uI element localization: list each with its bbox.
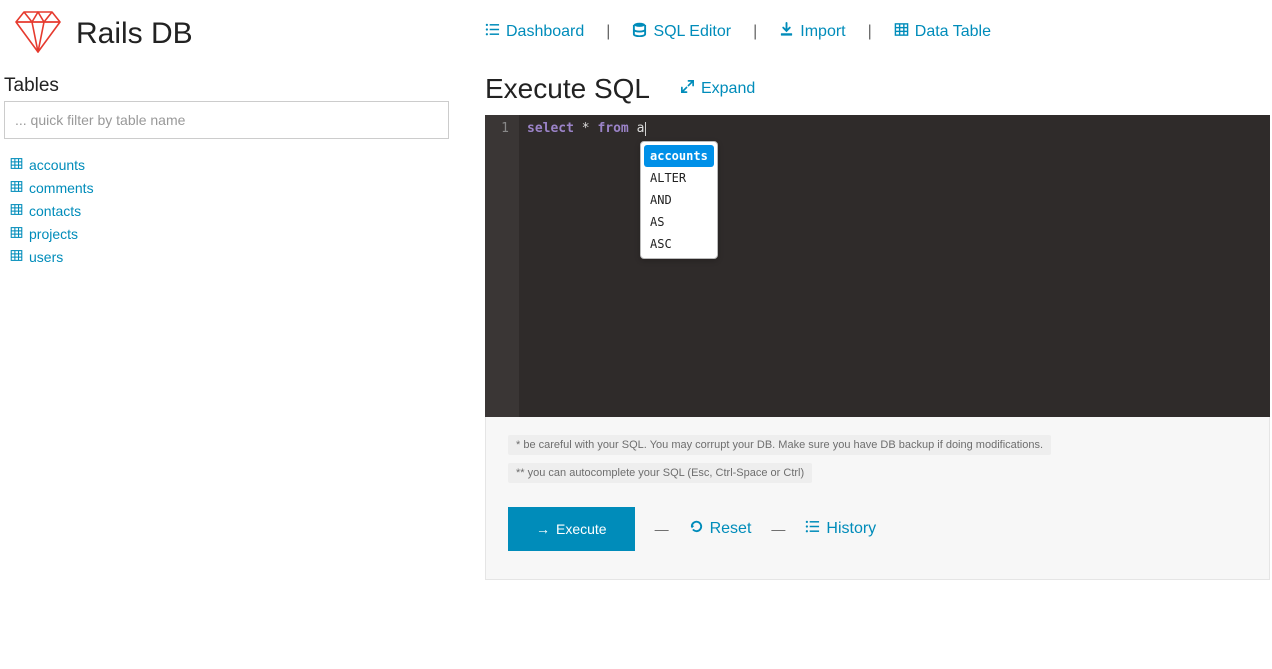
nav-import-label: Import	[800, 23, 845, 41]
expand-icon	[680, 79, 695, 99]
table-icon	[894, 22, 909, 42]
arrow-right-icon: →	[536, 521, 550, 537]
reset-link[interactable]: Reset	[689, 519, 752, 539]
line-number: 1	[501, 121, 509, 136]
app-title: Rails DB	[76, 17, 193, 51]
table-link-accounts[interactable]: accounts	[10, 157, 85, 173]
sidebar-heading: Tables	[4, 75, 455, 97]
table-label: contacts	[29, 203, 81, 219]
cursor	[645, 122, 646, 136]
table-icon	[10, 226, 23, 242]
history-label: History	[826, 520, 876, 538]
database-icon	[632, 22, 647, 42]
autocomplete-item[interactable]: ASC	[644, 233, 714, 255]
reset-label: Reset	[710, 520, 752, 538]
autocomplete-item[interactable]: accounts	[644, 145, 714, 167]
download-icon	[779, 22, 794, 42]
editor-footer: * be careful with your SQL. You may corr…	[485, 417, 1270, 580]
table-label: accounts	[29, 157, 85, 173]
table-label: projects	[29, 226, 78, 242]
main: Execute SQL Expand 1 select * from a acc…	[455, 67, 1272, 580]
expand-label: Expand	[701, 80, 755, 98]
table-filter-input[interactable]	[4, 101, 449, 139]
action-separator: —	[655, 521, 669, 537]
expand-link[interactable]: Expand	[680, 79, 755, 99]
list-icon	[805, 519, 820, 539]
table-list: accounts comments contacts projects user…	[4, 157, 455, 265]
table-link-users[interactable]: users	[10, 249, 63, 265]
top-nav: Dashboard | SQL Editor | Import | Data T…	[485, 22, 991, 42]
page-title: Execute SQL	[485, 73, 650, 105]
table-label: users	[29, 249, 63, 265]
table-icon	[10, 203, 23, 219]
warning-note: * be careful with your SQL. You may corr…	[508, 435, 1051, 455]
table-link-projects[interactable]: projects	[10, 226, 78, 242]
table-icon	[10, 249, 23, 265]
logo-link[interactable]: Rails DB	[10, 10, 193, 57]
action-separator: —	[771, 521, 785, 537]
autocomplete-item[interactable]: ALTER	[644, 167, 714, 189]
nav-sql-editor[interactable]: SQL Editor	[632, 22, 731, 42]
token-text: a	[629, 121, 645, 136]
token-keyword: select	[527, 121, 574, 136]
list-icon	[485, 22, 500, 42]
table-label: comments	[29, 180, 94, 196]
editor-gutter: 1	[485, 115, 519, 417]
nav-dashboard[interactable]: Dashboard	[485, 22, 584, 42]
sql-editor[interactable]: 1 select * from a accounts ALTER AND AS …	[485, 115, 1270, 417]
nav-sql-editor-label: SQL Editor	[653, 23, 731, 41]
nav-dashboard-label: Dashboard	[506, 23, 584, 41]
token-text: *	[574, 121, 597, 136]
table-icon	[10, 157, 23, 173]
editor-line: select * from a	[527, 121, 646, 136]
table-link-contacts[interactable]: contacts	[10, 203, 81, 219]
sidebar: Tables accounts comments contacts projec…	[0, 67, 455, 580]
autocomplete-item[interactable]: AS	[644, 211, 714, 233]
autocomplete-popup: accounts ALTER AND AS ASC	[640, 141, 718, 259]
nav-import[interactable]: Import	[779, 22, 845, 42]
nav-separator: |	[868, 23, 872, 41]
nav-separator: |	[753, 23, 757, 41]
ruby-icon	[10, 10, 66, 57]
execute-button[interactable]: → Execute	[508, 507, 635, 551]
table-icon	[10, 180, 23, 196]
token-keyword: from	[597, 121, 628, 136]
table-link-comments[interactable]: comments	[10, 180, 94, 196]
execute-label: Execute	[556, 521, 607, 537]
autocomplete-note: ** you can autocomplete your SQL (Esc, C…	[508, 463, 812, 483]
autocomplete-item[interactable]: AND	[644, 189, 714, 211]
nav-data-table[interactable]: Data Table	[894, 22, 991, 42]
undo-icon	[689, 519, 704, 539]
history-link[interactable]: History	[805, 519, 876, 539]
nav-data-table-label: Data Table	[915, 23, 991, 41]
nav-separator: |	[606, 23, 610, 41]
